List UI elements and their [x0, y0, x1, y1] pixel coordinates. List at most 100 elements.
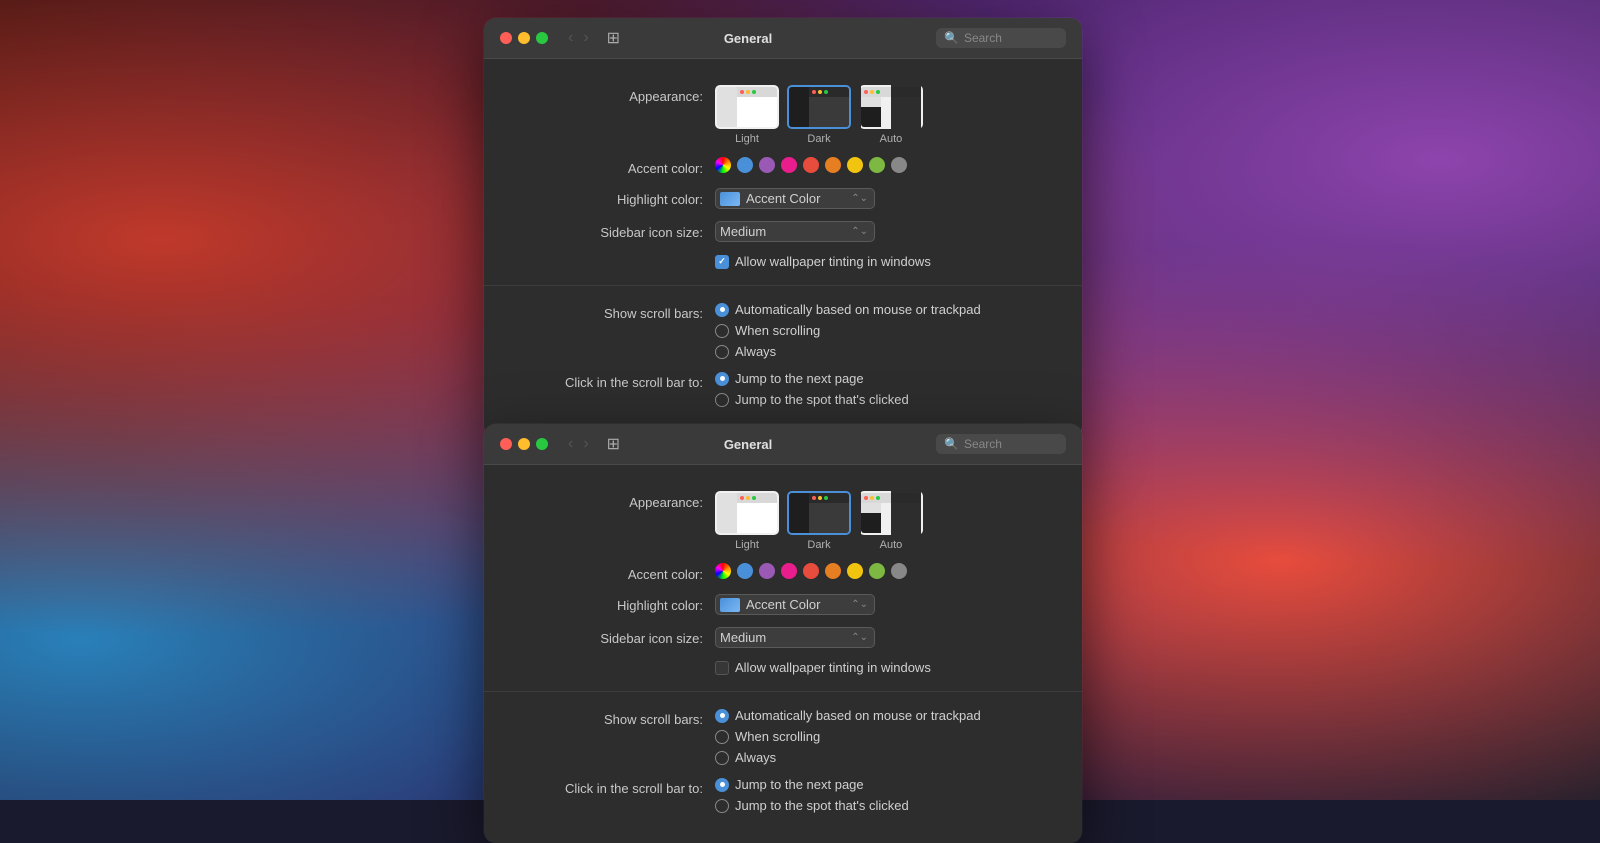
highlight-row-bottom: Highlight color: Accent Color ⌃⌄	[484, 588, 1082, 621]
click-scroll-next-top[interactable]: Jump to the next page	[715, 371, 909, 386]
auto-topbar-bottom	[861, 493, 921, 503]
accent-purple-top[interactable]	[759, 157, 775, 173]
wallpaper-checkbox-label-bottom: Allow wallpaper tinting in windows	[735, 660, 931, 675]
click-scroll-next-radio-bottom	[715, 778, 729, 792]
dark-topbar-top	[809, 87, 849, 97]
scrollbars-scrolling-bottom[interactable]: When scrolling	[715, 729, 981, 744]
sidebar-content-bottom: Medium ⌃⌄	[715, 627, 1058, 648]
click-scroll-row-top: Click in the scroll bar to: Jump to the …	[484, 365, 1082, 413]
accent-graphite-top[interactable]	[891, 157, 907, 173]
light-topbar-bottom	[737, 493, 777, 503]
light-dot-r-b	[740, 496, 744, 500]
minimize-button-bottom[interactable]	[518, 438, 530, 450]
separator-top	[484, 285, 1082, 286]
minimize-button-top[interactable]	[518, 32, 530, 44]
appearance-auto-bottom[interactable]: Auto	[859, 491, 923, 551]
click-scroll-spot-top[interactable]: Jump to the spot that's clicked	[715, 392, 909, 407]
appearance-dark-bottom[interactable]: Dark	[787, 491, 851, 551]
scrollbars-always-radio-bottom	[715, 751, 729, 765]
accent-row-top: Accent color:	[484, 151, 1082, 182]
wallpaper-checkbox-row-top: Allow wallpaper tinting in windows	[715, 254, 931, 269]
accent-pink-bottom[interactable]	[781, 563, 797, 579]
search-box-bottom[interactable]: 🔍 Search	[936, 434, 1066, 454]
click-scroll-row-bottom: Click in the scroll bar to: Jump to the …	[484, 771, 1082, 819]
click-scroll-next-label-bottom: Jump to the next page	[735, 777, 864, 792]
wallpaper-content-bottom: Allow wallpaper tinting in windows	[715, 660, 1058, 675]
sidebar-dropdown-bottom[interactable]: Medium ⌃⌄	[715, 627, 875, 648]
highlight-dropdown-arrow-top: ⌃⌄	[851, 193, 868, 204]
auto-label-bottom: Auto	[880, 539, 903, 551]
appearance-dark-top[interactable]: Dark	[787, 85, 851, 145]
content-top: Appearance: Light	[484, 59, 1082, 437]
scrollbars-auto-radio-bottom	[715, 709, 729, 723]
highlight-color-preview-bottom	[720, 598, 740, 612]
appearance-light-top[interactable]: Light	[715, 85, 779, 145]
traffic-lights-top	[500, 32, 548, 44]
light-dot-y	[746, 90, 750, 94]
highlight-dropdown-bottom[interactable]: Accent Color ⌃⌄	[715, 594, 875, 615]
accent-orange-top[interactable]	[825, 157, 841, 173]
auto-topbar-top	[861, 87, 921, 97]
dark-label-top: Dark	[807, 133, 830, 145]
accent-blue-top[interactable]	[737, 157, 753, 173]
scrollbars-content-bottom: Automatically based on mouse or trackpad…	[715, 708, 1058, 765]
scrollbars-always-bottom[interactable]: Always	[715, 750, 981, 765]
search-icon-bottom: 🔍	[944, 437, 959, 451]
scrollbars-auto-bottom[interactable]: Automatically based on mouse or trackpad	[715, 708, 981, 723]
light-topbar-top	[737, 87, 777, 97]
light-label-bottom: Light	[735, 539, 759, 551]
click-scroll-label-top: Click in the scroll bar to:	[508, 371, 703, 390]
dark-dot-y	[818, 90, 822, 94]
light-thumb-bottom	[715, 491, 779, 535]
auto-thumb-top	[859, 85, 923, 129]
click-scroll-label-bottom: Click in the scroll bar to:	[508, 777, 703, 796]
maximize-button-top[interactable]	[536, 32, 548, 44]
dark-dot-g	[824, 90, 828, 94]
wallpaper-checkbox-top[interactable]	[715, 255, 729, 269]
scrollbars-content-top: Automatically based on mouse or trackpad…	[715, 302, 1058, 359]
appearance-row-top: Appearance: Light	[484, 79, 1082, 151]
accent-multicolor-bottom[interactable]	[715, 563, 731, 579]
accent-purple-bottom[interactable]	[759, 563, 775, 579]
sidebar-dropdown-top[interactable]: Medium ⌃⌄	[715, 221, 875, 242]
appearance-light-bottom[interactable]: Light	[715, 491, 779, 551]
search-box-top[interactable]: 🔍 Search	[936, 28, 1066, 48]
wallpaper-empty-label-top	[508, 254, 703, 258]
appearance-auto-top[interactable]: Auto	[859, 85, 923, 145]
auto-dot-r-b	[864, 496, 868, 500]
scrollbars-scrolling-top[interactable]: When scrolling	[715, 323, 981, 338]
click-scroll-spot-bottom[interactable]: Jump to the spot that's clicked	[715, 798, 909, 813]
maximize-button-bottom[interactable]	[536, 438, 548, 450]
accent-red-bottom[interactable]	[803, 563, 819, 579]
accent-yellow-bottom[interactable]	[847, 563, 863, 579]
accent-multicolor-top[interactable]	[715, 157, 731, 173]
appearance-options-top: Light Dark	[715, 85, 923, 145]
accent-yellow-top[interactable]	[847, 157, 863, 173]
highlight-color-preview-top	[720, 192, 740, 206]
scrollbars-auto-label-bottom: Automatically based on mouse or trackpad	[735, 708, 981, 723]
sidebar-row-bottom: Sidebar icon size: Medium ⌃⌄	[484, 621, 1082, 654]
accent-red-top[interactable]	[803, 157, 819, 173]
wallpaper-checkbox-bottom[interactable]	[715, 661, 729, 675]
accent-green-bottom[interactable]	[869, 563, 885, 579]
click-scroll-content-top: Jump to the next page Jump to the spot t…	[715, 371, 1058, 407]
click-scroll-next-radio-top	[715, 372, 729, 386]
highlight-label-top: Highlight color:	[508, 188, 703, 207]
highlight-dropdown-top[interactable]: Accent Color ⌃⌄	[715, 188, 875, 209]
close-button-top[interactable]	[500, 32, 512, 44]
accent-pink-top[interactable]	[781, 157, 797, 173]
highlight-label-bottom: Highlight color:	[508, 594, 703, 613]
content-bottom: Appearance: Light	[484, 465, 1082, 843]
accent-orange-bottom[interactable]	[825, 563, 841, 579]
light-sidebar-bottom	[717, 493, 737, 533]
click-scroll-spot-label-bottom: Jump to the spot that's clicked	[735, 798, 909, 813]
accent-graphite-bottom[interactable]	[891, 563, 907, 579]
sidebar-label-bottom: Sidebar icon size:	[508, 627, 703, 646]
scrollbars-always-top[interactable]: Always	[715, 344, 981, 359]
click-scroll-next-bottom[interactable]: Jump to the next page	[715, 777, 909, 792]
accent-green-top[interactable]	[869, 157, 885, 173]
scrollbars-auto-top[interactable]: Automatically based on mouse or trackpad	[715, 302, 981, 317]
close-button-bottom[interactable]	[500, 438, 512, 450]
light-dot-r	[740, 90, 744, 94]
accent-blue-bottom[interactable]	[737, 563, 753, 579]
